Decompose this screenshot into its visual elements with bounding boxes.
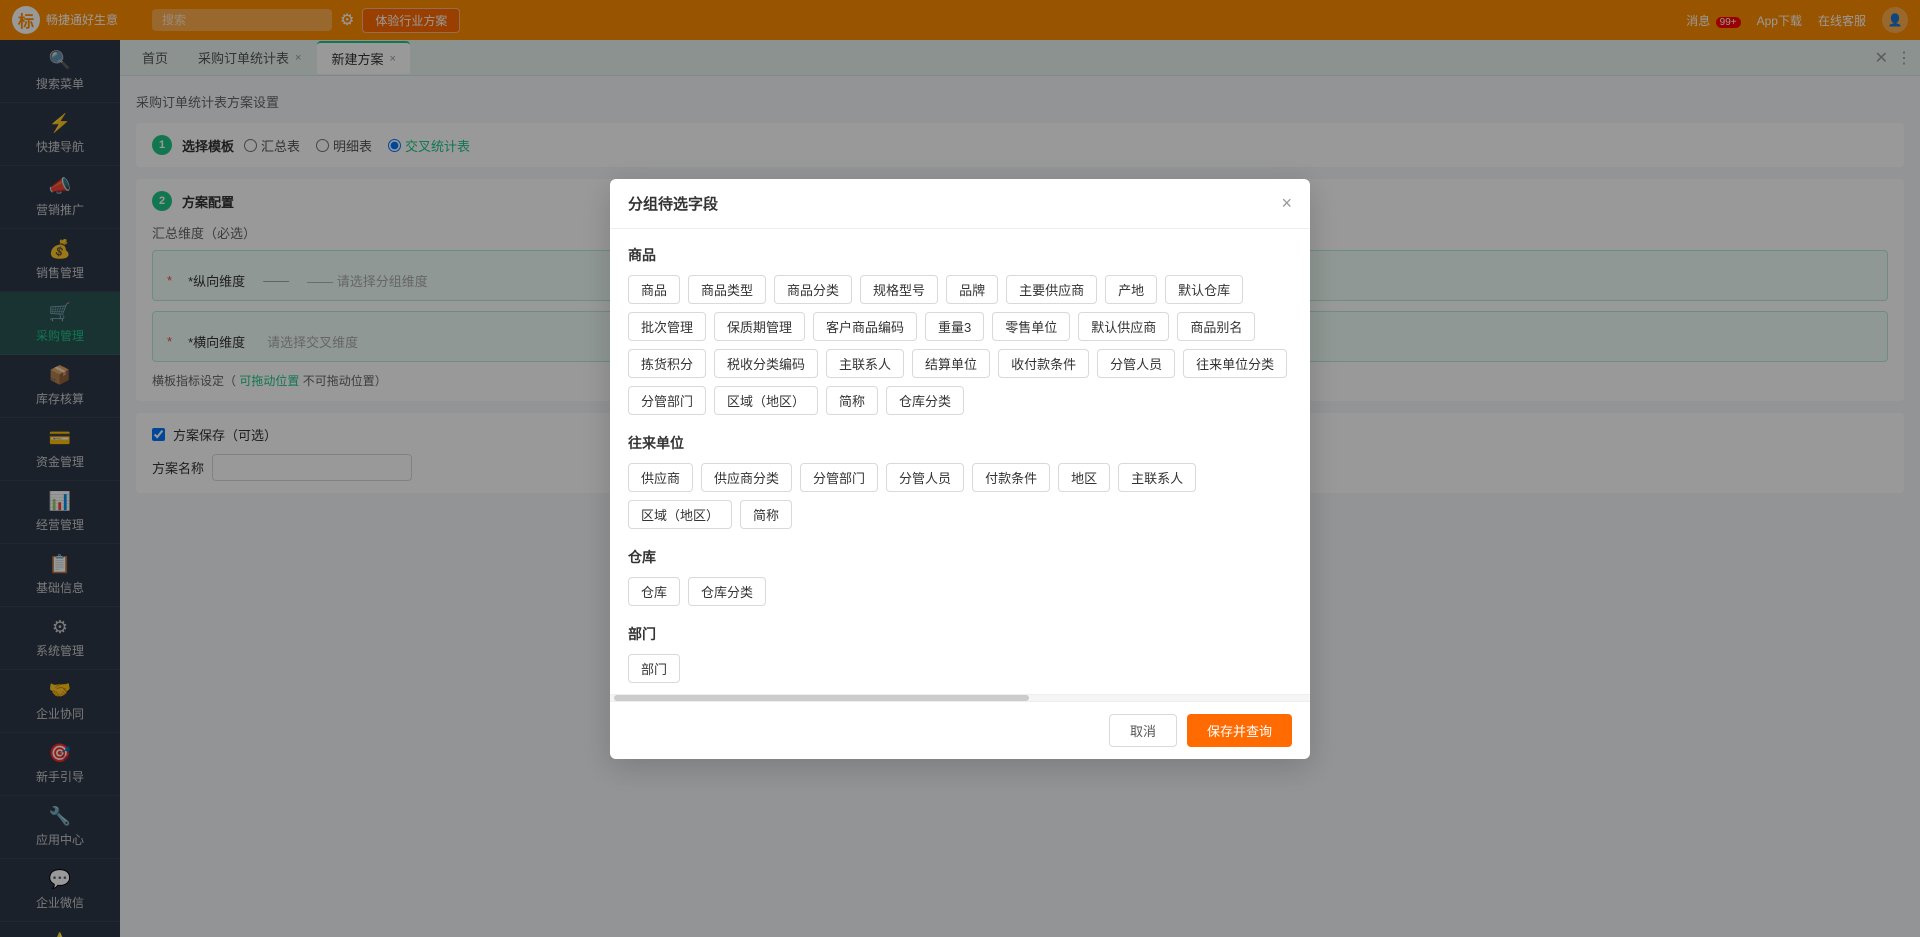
confirm-button[interactable]: 保存并查询	[1187, 714, 1292, 747]
field-tag-0-20[interactable]: 分管人员	[1097, 349, 1175, 378]
field-tag-0-16[interactable]: 税收分类编码	[714, 349, 818, 378]
field-tag-1-3[interactable]: 分管人员	[886, 463, 964, 492]
field-group-3: 部门部门	[628, 624, 1292, 683]
dialog-close-btn[interactable]: ×	[1281, 194, 1292, 212]
field-tag-0-25[interactable]: 仓库分类	[886, 386, 964, 415]
field-tag-0-6[interactable]: 产地	[1105, 275, 1157, 304]
field-tag-0-3[interactable]: 规格型号	[860, 275, 938, 304]
field-tag-1-1[interactable]: 供应商分类	[701, 463, 792, 492]
field-tag-0-23[interactable]: 区域（地区）	[714, 386, 818, 415]
field-tag-2-1[interactable]: 仓库分类	[688, 577, 766, 606]
field-tag-0-8[interactable]: 批次管理	[628, 312, 706, 341]
dialog-body[interactable]: 商品商品商品类型商品分类规格型号品牌主要供应商产地默认仓库批次管理保质期管理客户…	[610, 229, 1310, 694]
field-group-title-0: 商品	[628, 245, 1292, 265]
field-tag-1-4[interactable]: 付款条件	[972, 463, 1050, 492]
field-tag-0-2[interactable]: 商品分类	[774, 275, 852, 304]
field-group-title-1: 往来单位	[628, 433, 1292, 453]
field-tag-0-24[interactable]: 简称	[826, 386, 878, 415]
dialog-header: 分组待选字段 ×	[610, 179, 1310, 229]
field-tag-3-0[interactable]: 部门	[628, 654, 680, 683]
field-group-0: 商品商品商品类型商品分类规格型号品牌主要供应商产地默认仓库批次管理保质期管理客户…	[628, 245, 1292, 415]
field-tag-0-10[interactable]: 客户商品编码	[813, 312, 917, 341]
field-tag-0-0[interactable]: 商品	[628, 275, 680, 304]
field-group-1: 往来单位供应商供应商分类分管部门分管人员付款条件地区主联系人区域（地区） 简称	[628, 433, 1292, 529]
field-tag-1-7[interactable]: 区域（地区）	[628, 500, 732, 529]
field-tag-0-22[interactable]: 分管部门	[628, 386, 706, 415]
field-tag-1-2[interactable]: 分管部门	[800, 463, 878, 492]
field-tag-1-0[interactable]: 供应商	[628, 463, 693, 492]
field-tag-0-21[interactable]: 往来单位分类	[1183, 349, 1287, 378]
dialog-title: 分组待选字段	[628, 193, 718, 214]
field-tags-2: 仓库仓库分类	[628, 577, 1292, 606]
field-tag-1-5[interactable]: 地区	[1058, 463, 1110, 492]
field-tag-0-15[interactable]: 拣货积分	[628, 349, 706, 378]
field-tag-0-1[interactable]: 商品类型	[688, 275, 766, 304]
field-group-title-3: 部门	[628, 624, 1292, 644]
dialog-footer: 取消 保存并查询	[610, 701, 1310, 759]
field-group-title-2: 仓库	[628, 547, 1292, 567]
field-tags-3: 部门	[628, 654, 1292, 683]
field-tag-0-12[interactable]: 零售单位	[992, 312, 1070, 341]
field-tag-0-5[interactable]: 主要供应商	[1006, 275, 1097, 304]
dialog: 分组待选字段 × 商品商品商品类型商品分类规格型号品牌主要供应商产地默认仓库批次…	[610, 179, 1310, 759]
field-tag-0-13[interactable]: 默认供应商	[1078, 312, 1169, 341]
field-tag-0-7[interactable]: 默认仓库	[1165, 275, 1243, 304]
field-tag-2-0[interactable]: 仓库	[628, 577, 680, 606]
field-tags-1: 供应商供应商分类分管部门分管人员付款条件地区主联系人区域（地区） 简称	[628, 463, 1292, 529]
field-tag-0-18[interactable]: 结算单位	[912, 349, 990, 378]
dialog-hscrollbar[interactable]	[610, 694, 1310, 701]
field-tag-1-6[interactable]: 主联系人	[1118, 463, 1196, 492]
field-tag-1-8[interactable]: 简称	[740, 500, 792, 529]
field-tags-0: 商品商品类型商品分类规格型号品牌主要供应商产地默认仓库批次管理保质期管理客户商品…	[628, 275, 1292, 415]
field-tag-0-14[interactable]: 商品别名	[1177, 312, 1255, 341]
field-tag-0-11[interactable]: 重量3	[925, 312, 984, 341]
field-group-2: 仓库仓库仓库分类	[628, 547, 1292, 606]
field-tag-0-4[interactable]: 品牌	[946, 275, 998, 304]
field-tag-0-19[interactable]: 收付款条件	[998, 349, 1089, 378]
modal-overlay: 分组待选字段 × 商品商品商品类型商品分类规格型号品牌主要供应商产地默认仓库批次…	[0, 0, 1920, 937]
field-tag-0-9[interactable]: 保质期管理	[714, 312, 805, 341]
cancel-button[interactable]: 取消	[1109, 714, 1177, 747]
field-tag-0-17[interactable]: 主联系人	[826, 349, 904, 378]
